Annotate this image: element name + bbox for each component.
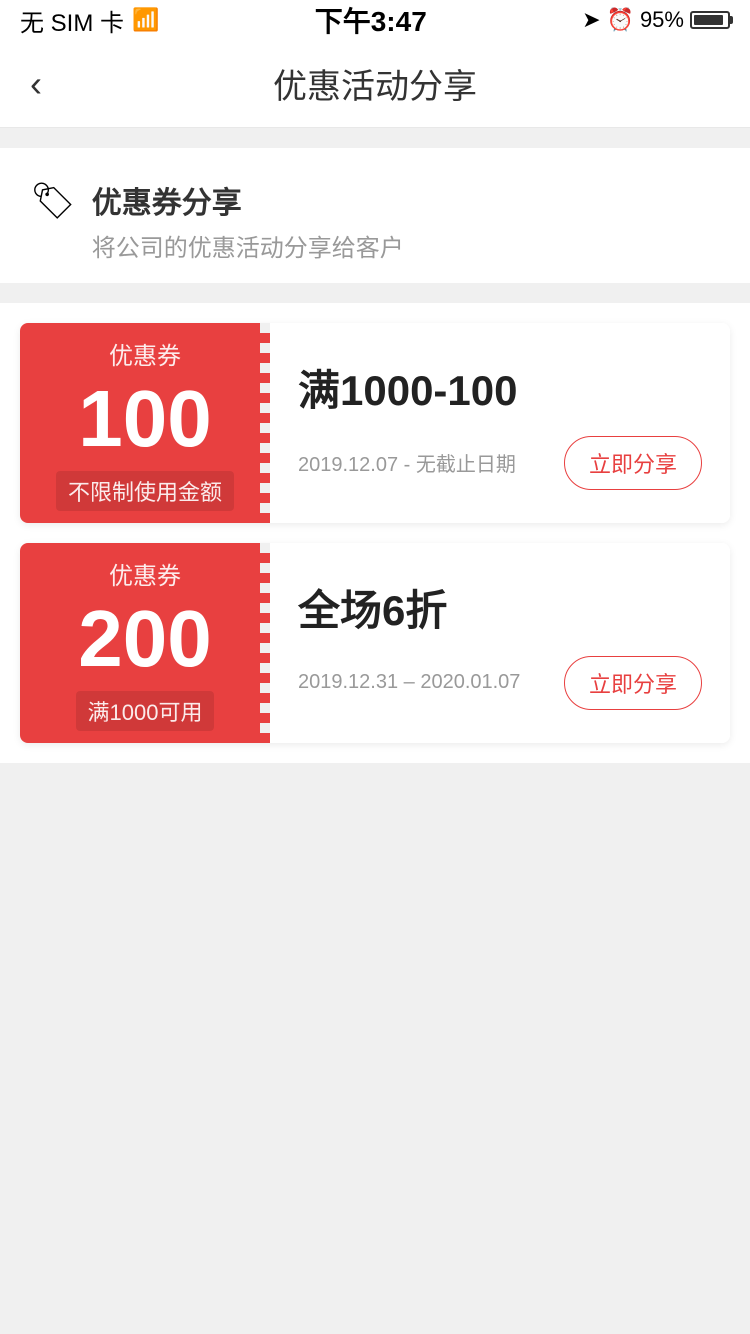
section-header: 🏷 优惠券分享 将公司的优惠活动分享给客户 [0,148,750,283]
coupon-date-2: 2019.12.31 – 2020.01.07 [298,671,520,694]
share-button-1[interactable]: 立即分享 [564,436,702,490]
back-button[interactable]: ‹ [30,63,42,105]
coupon-name-1: 满1000-100 [298,357,702,418]
coupon-amount-1: 100 [78,379,211,459]
section-info: 优惠券分享 将公司的优惠活动分享给客户 [92,178,404,263]
coupon-date-1: 2019.12.07 - 无截止日期 [298,448,516,477]
coupon-list: 优惠券 100 不限制使用金额 满1000-100 2019.12.07 - 无… [0,303,750,763]
coupon-condition-1: 不限制使用金额 [56,471,234,511]
nav-bar: ‹ 优惠活动分享 [0,40,750,128]
wifi-icon: 📶 [132,7,159,33]
status-bar: 无 SIM 卡 📶 下午3:47 ➤ ⏰ 95% [0,0,750,40]
coupon-amount-2: 200 [78,599,211,679]
coupon-left-2: 优惠券 200 满1000可用 [20,543,270,743]
coupon-card-2: 优惠券 200 满1000可用 全场6折 2019.12.31 – 2020.0… [20,543,730,743]
status-right: ➤ ⏰ 95% [582,7,730,33]
section-title: 优惠券分享 [92,178,404,222]
alarm-icon: ⏰ [607,7,634,33]
status-time: 下午3:47 [315,0,427,40]
battery-percent: 95% [640,7,684,33]
coupon-right-1: 满1000-100 2019.12.07 - 无截止日期 立即分享 [270,323,730,523]
coupon-card-1: 优惠券 100 不限制使用金额 满1000-100 2019.12.07 - 无… [20,323,730,523]
coupon-footer-1: 2019.12.07 - 无截止日期 立即分享 [298,436,702,490]
section-subtitle: 将公司的优惠活动分享给客户 [92,228,404,263]
coupon-right-2: 全场6折 2019.12.31 – 2020.01.07 立即分享 [270,543,730,743]
coupon-share-icon: 🏷 [30,180,76,222]
location-icon: ➤ [582,7,600,33]
coupon-condition-2: 满1000可用 [76,691,215,731]
coupon-left-1: 优惠券 100 不限制使用金额 [20,323,270,523]
battery-icon [690,11,730,29]
coupon-footer-2: 2019.12.31 – 2020.01.07 立即分享 [298,656,702,710]
status-left: 无 SIM 卡 📶 [20,3,159,38]
share-button-2[interactable]: 立即分享 [564,656,702,710]
coupon-type-1: 优惠券 [109,336,181,371]
page-title: 优惠活动分享 [273,59,477,108]
coupon-type-2: 优惠券 [109,556,181,591]
coupon-name-2: 全场6折 [298,577,702,638]
empty-area [0,763,750,1263]
sim-label: 无 SIM 卡 [20,3,124,38]
